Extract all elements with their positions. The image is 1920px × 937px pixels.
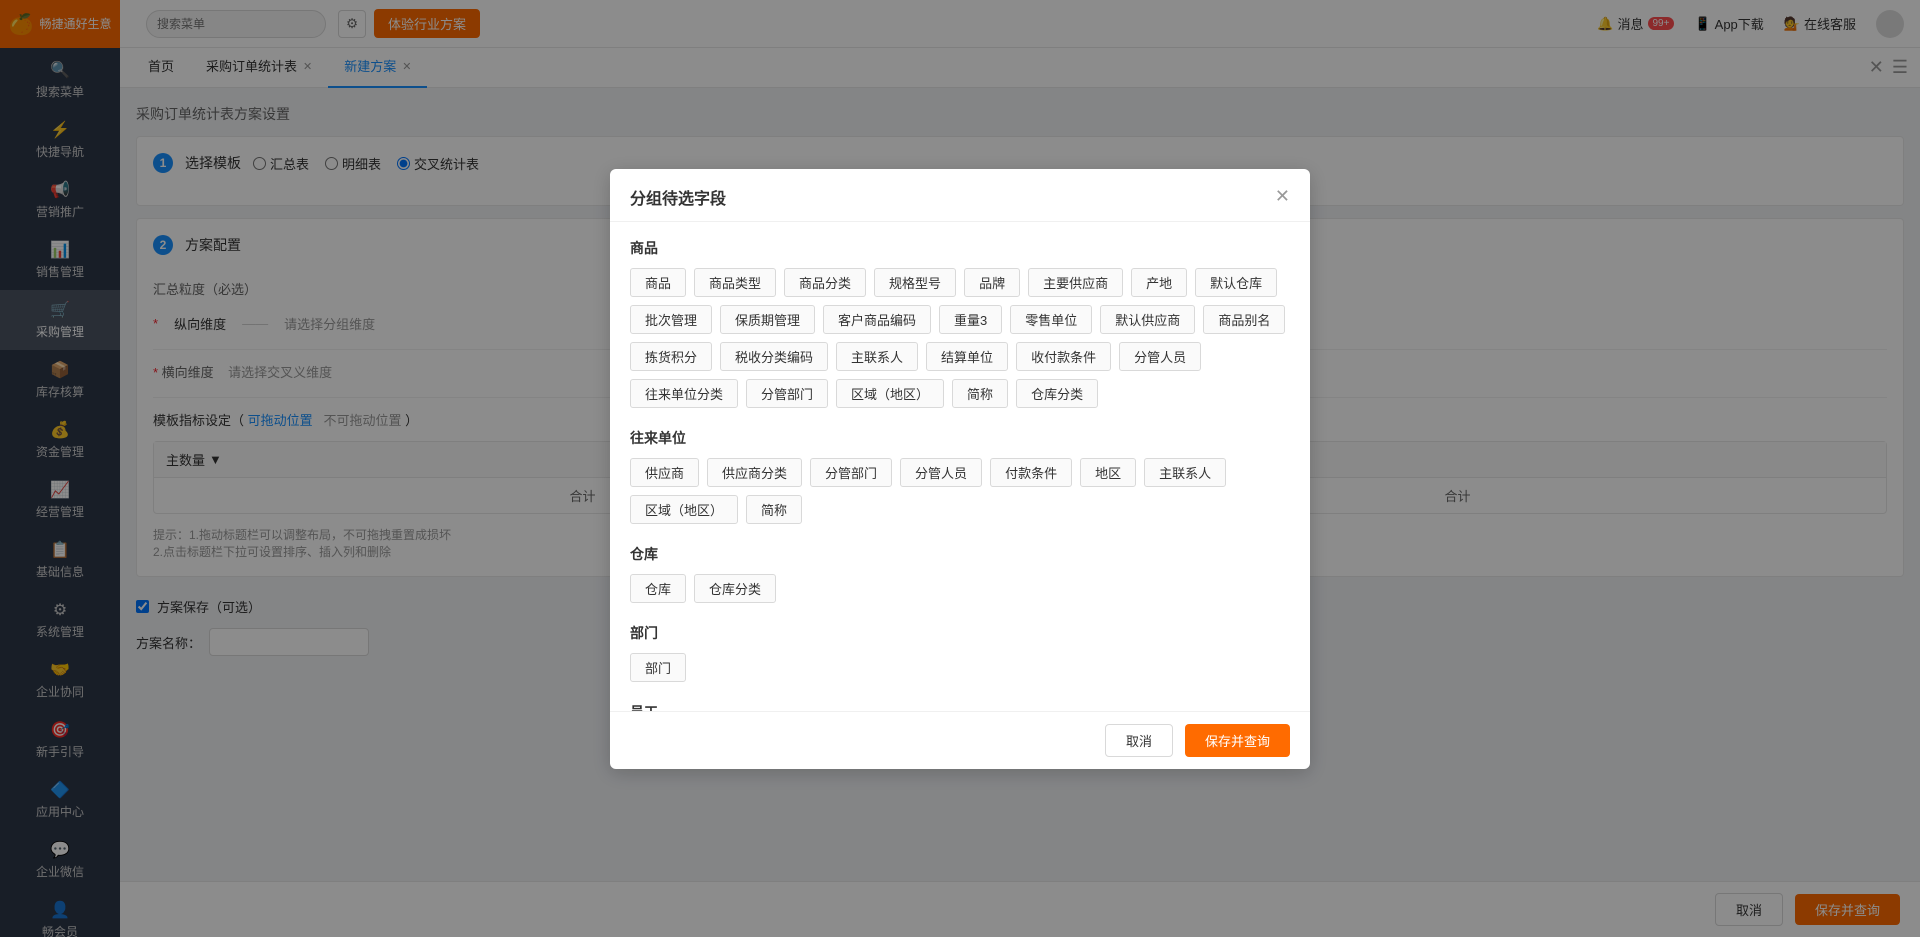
field-tag-payment-terms[interactable]: 收付款条件 <box>1016 342 1111 371</box>
field-tag-manager[interactable]: 分管人员 <box>900 458 982 487</box>
modal-overlay: 分组待选字段 ✕ 商品 商品 商品类型 商品分类 规格型号 品牌 主要供应商 产… <box>0 0 1920 937</box>
field-tag-pay-condition[interactable]: 付款条件 <box>990 458 1072 487</box>
field-tag-main-contact[interactable]: 主联系人 <box>836 342 918 371</box>
field-group-counterparty: 往来单位 供应商 供应商分类 分管部门 分管人员 付款条件 地区 主联系人 区域… <box>630 428 1290 524</box>
modal-footer: 取消 保存并查询 <box>610 711 1310 769</box>
field-tag-goods-alias[interactable]: 商品别名 <box>1203 305 1285 334</box>
field-tag-origin[interactable]: 产地 <box>1131 268 1187 297</box>
field-group-goods: 商品 商品 商品类型 商品分类 规格型号 品牌 主要供应商 产地 默认仓库 批次… <box>630 238 1290 408</box>
field-group-employee: 员工 业务员 <box>630 702 1290 711</box>
field-tag-customer-code[interactable]: 客户商品编码 <box>823 305 931 334</box>
field-tag-main-contact2[interactable]: 主联系人 <box>1144 458 1226 487</box>
field-tag-batch-mgmt[interactable]: 批次管理 <box>630 305 712 334</box>
modal-body[interactable]: 商品 商品 商品类型 商品分类 规格型号 品牌 主要供应商 产地 默认仓库 批次… <box>610 222 1310 711</box>
field-tag-dept[interactable]: 部门 <box>630 653 686 682</box>
field-tag-default-supplier[interactable]: 默认供应商 <box>1100 305 1195 334</box>
field-group-department-title: 部门 <box>630 623 1290 643</box>
field-tag-manage-dept2[interactable]: 分管部门 <box>810 458 892 487</box>
field-tags-counterparty: 供应商 供应商分类 分管部门 分管人员 付款条件 地区 主联系人 区域（地区） … <box>630 458 1290 524</box>
field-tag-source-unit-cat[interactable]: 往来单位分类 <box>630 379 738 408</box>
field-tag-supplier[interactable]: 供应商 <box>630 458 699 487</box>
field-group-warehouse: 仓库 仓库 仓库分类 <box>630 544 1290 603</box>
modal-save-button[interactable]: 保存并查询 <box>1185 724 1290 757</box>
field-tag-spec-type[interactable]: 规格型号 <box>874 268 956 297</box>
field-tag-main-supplier[interactable]: 主要供应商 <box>1028 268 1123 297</box>
field-tags-department: 部门 <box>630 653 1290 682</box>
field-tag-short-name2[interactable]: 简称 <box>746 495 802 524</box>
field-tag-warehouse-cat2[interactable]: 仓库分类 <box>694 574 776 603</box>
field-group-counterparty-title: 往来单位 <box>630 428 1290 448</box>
field-tag-supervisor[interactable]: 分管人员 <box>1119 342 1201 371</box>
field-tag-region-area2[interactable]: 区域（地区） <box>630 495 738 524</box>
field-tag-retail-unit[interactable]: 零售单位 <box>1010 305 1092 334</box>
field-tag-manage-dept[interactable]: 分管部门 <box>746 379 828 408</box>
modal-close-button[interactable]: ✕ <box>1275 186 1290 207</box>
field-group-employee-title: 员工 <box>630 702 1290 711</box>
field-tag-warehouse[interactable]: 仓库 <box>630 574 686 603</box>
field-tag-brand[interactable]: 品牌 <box>964 268 1020 297</box>
field-group-goods-title: 商品 <box>630 238 1290 258</box>
field-tag-supplier-cat[interactable]: 供应商分类 <box>707 458 802 487</box>
field-tag-settle-unit[interactable]: 结算单位 <box>926 342 1008 371</box>
modal-cancel-button[interactable]: 取消 <box>1105 724 1173 757</box>
field-tag-tax-code[interactable]: 税收分类编码 <box>720 342 828 371</box>
field-group-warehouse-title: 仓库 <box>630 544 1290 564</box>
field-tag-weight3[interactable]: 重量3 <box>939 305 1002 334</box>
field-tag-goods-category[interactable]: 商品分类 <box>784 268 866 297</box>
modal-select-fields: 分组待选字段 ✕ 商品 商品 商品类型 商品分类 规格型号 品牌 主要供应商 产… <box>610 169 1310 769</box>
field-tag-goods-type[interactable]: 商品类型 <box>694 268 776 297</box>
field-tag-goods[interactable]: 商品 <box>630 268 686 297</box>
field-group-department: 部门 部门 <box>630 623 1290 682</box>
field-tags-warehouse: 仓库 仓库分类 <box>630 574 1290 603</box>
field-tag-region2[interactable]: 地区 <box>1080 458 1136 487</box>
field-tag-warehouse-cat[interactable]: 仓库分类 <box>1016 379 1098 408</box>
field-tags-goods: 商品 商品类型 商品分类 规格型号 品牌 主要供应商 产地 默认仓库 批次管理 … <box>630 268 1290 408</box>
field-tag-region-area[interactable]: 区域（地区） <box>836 379 944 408</box>
field-tag-default-warehouse[interactable]: 默认仓库 <box>1195 268 1277 297</box>
modal-title: 分组待选字段 <box>630 185 726 209</box>
field-tag-short-name[interactable]: 简称 <box>952 379 1008 408</box>
field-tag-expiry-mgmt[interactable]: 保质期管理 <box>720 305 815 334</box>
modal-header: 分组待选字段 ✕ <box>610 169 1310 222</box>
field-tag-pick-score[interactable]: 拣货积分 <box>630 342 712 371</box>
